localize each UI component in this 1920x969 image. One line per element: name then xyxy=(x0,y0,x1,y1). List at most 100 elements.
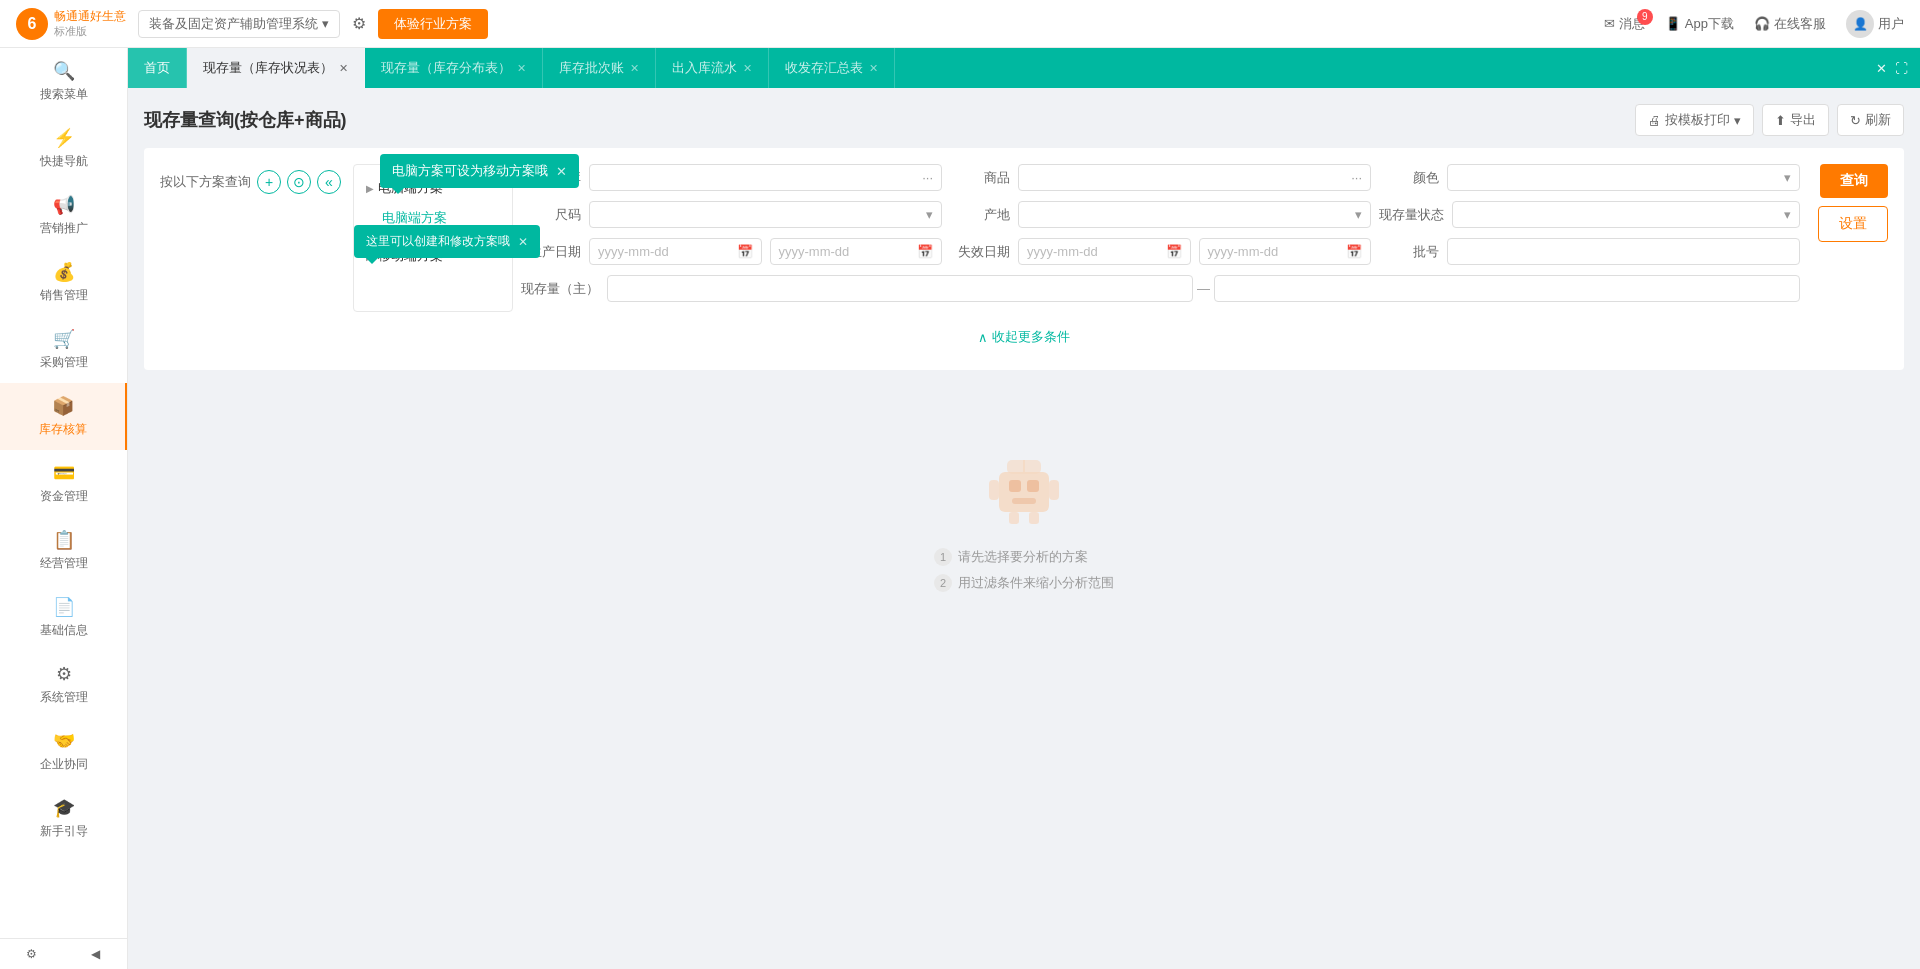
industry-button[interactable]: 体验行业方案 xyxy=(378,9,488,39)
header-actions: 🖨 按模板打印 ▾ ⬆ 导出 ↻ 刷新 xyxy=(1635,104,1904,136)
settings-icon[interactable]: ⚙ xyxy=(352,14,366,33)
tip-1: 1 请先选择要分析的方案 xyxy=(934,548,1114,566)
tab-home[interactable]: 首页 xyxy=(128,48,187,88)
tab-stock-dist[interactable]: 现存量（库存分布表） ✕ xyxy=(365,48,543,88)
tab-stock-status[interactable]: 现存量（库存状况表） ✕ xyxy=(187,48,365,88)
search-button[interactable]: 查询 xyxy=(1820,164,1888,198)
mobile-icon: 📱 xyxy=(1665,16,1681,31)
chevron-down-icon: ▶ xyxy=(366,183,374,194)
headset-icon: 🎧 xyxy=(1754,16,1770,31)
sidebar-item-operation[interactable]: 📋 经营管理 xyxy=(0,517,127,584)
sidebar-item-marketing[interactable]: 📢 营销推广 xyxy=(0,182,127,249)
form-fields-area: 仓库 ··· 商品 xyxy=(521,164,1800,312)
app-download-item[interactable]: 📱 App下载 xyxy=(1665,15,1734,33)
stock-status-select[interactable]: ▾ xyxy=(1452,201,1800,228)
sidebar-collapse-btn[interactable]: ◀ xyxy=(64,939,128,969)
tip-2: 2 用过滤条件来缩小分析范围 xyxy=(934,574,1114,592)
add-scheme-button[interactable]: + xyxy=(257,170,281,194)
sidebar: 🔍 搜索菜单 ⚡ 快捷导航 📢 营销推广 💰 销售管理 🛒 采购管理 📦 xyxy=(0,48,128,969)
handshake-icon: 🤝 xyxy=(53,730,75,752)
document-icon: 📄 xyxy=(53,596,75,618)
field-batch: 批号 xyxy=(1379,238,1800,265)
content-body: 现存量查询(按仓库+商品) 🖨 按模板打印 ▾ ⬆ 导出 ↻ xyxy=(128,88,1920,969)
tooltip-create-close-icon[interactable]: ✕ xyxy=(518,235,528,249)
size-select[interactable]: ▾ xyxy=(589,201,942,228)
refresh-button[interactable]: ↻ 刷新 xyxy=(1837,104,1904,136)
content-area: 首页 现存量（库存状况表） ✕ 现存量（库存分布表） ✕ 库存批次账 ✕ 出入库… xyxy=(128,48,1920,969)
sidebar-item-enterprise[interactable]: 🤝 企业协同 xyxy=(0,718,127,785)
expire-date-start[interactable]: yyyy-mm-dd 📅 xyxy=(1018,238,1191,265)
refresh-scheme-button[interactable]: « xyxy=(317,170,341,194)
chevron-down-icon: ▾ xyxy=(322,16,329,31)
export-icon: ⬆ xyxy=(1775,113,1786,128)
tooltip-close-icon[interactable]: ✕ xyxy=(556,164,567,179)
svg-rect-7 xyxy=(1029,512,1039,524)
field-size: 尺码 ▾ xyxy=(521,201,942,228)
logo-icon: 6 xyxy=(16,8,48,40)
calendar-icon: 📅 xyxy=(737,244,753,259)
card-icon: 💳 xyxy=(53,462,75,484)
tab-close-icon[interactable]: ✕ xyxy=(630,62,639,75)
svg-rect-4 xyxy=(989,480,999,500)
field-goods: 商品 ··· xyxy=(950,164,1371,191)
field-color: 颜色 ▾ xyxy=(1379,164,1800,191)
svg-rect-5 xyxy=(1049,480,1059,500)
calendar-icon: 📅 xyxy=(1166,244,1182,259)
filter-btn-col: 查询 设置 xyxy=(1808,164,1888,312)
sidebar-item-quick-nav[interactable]: ⚡ 快捷导航 xyxy=(0,115,127,182)
system-selector[interactable]: 装备及固定资产辅助管理系统 ▾ xyxy=(138,10,340,38)
stock-qty-max[interactable] xyxy=(1214,275,1800,302)
notification-item[interactable]: ✉ 消息 9 xyxy=(1604,15,1645,33)
ellipsis-icon: ··· xyxy=(922,170,933,185)
empty-state: 1 请先选择要分析的方案 2 用过滤条件来缩小分析范围 xyxy=(144,382,1904,652)
tab-recv-summary[interactable]: 收发存汇总表 ✕ xyxy=(769,48,895,88)
batch-input[interactable] xyxy=(1447,238,1800,265)
tooltip-create: 这里可以创建和修改方案哦 ✕ xyxy=(354,225,540,258)
tab-close-icon[interactable]: ✕ xyxy=(517,62,526,75)
online-service-item[interactable]: 🎧 在线客服 xyxy=(1754,15,1826,33)
prod-date-start[interactable]: yyyy-mm-dd 📅 xyxy=(589,238,762,265)
sidebar-item-sales[interactable]: 💰 销售管理 xyxy=(0,249,127,316)
color-select[interactable]: ▾ xyxy=(1447,164,1800,191)
prod-date-end[interactable]: yyyy-mm-dd 📅 xyxy=(770,238,943,265)
tab-close-icon[interactable]: ✕ xyxy=(869,62,878,75)
sidebar-settings-btn[interactable]: ⚙ xyxy=(0,939,64,969)
collapse-icon: ◀ xyxy=(91,947,100,961)
collapse-btn[interactable]: ∧ 收起更多条件 xyxy=(160,320,1888,354)
sidebar-item-stock[interactable]: 📦 库存核算 xyxy=(0,383,127,450)
user-item[interactable]: 👤 用户 xyxy=(1846,10,1904,38)
tab-close-icon[interactable]: ✕ xyxy=(743,62,752,75)
top-bar-right: ✉ 消息 9 📱 App下载 🎧 在线客服 👤 用户 xyxy=(1604,10,1904,38)
main-area: 🔍 搜索菜单 ⚡ 快捷导航 📢 营销推广 💰 销售管理 🛒 采购管理 📦 xyxy=(0,48,1920,969)
clipboard-icon: 📋 xyxy=(53,529,75,551)
empty-illustration xyxy=(979,442,1069,532)
goods-select[interactable]: ··· xyxy=(1018,164,1371,191)
origin-select[interactable]: ▾ xyxy=(1018,201,1371,228)
sidebar-item-system[interactable]: ⚙ 系统管理 xyxy=(0,651,127,718)
logo-text: 畅通通好生意 标准版 xyxy=(54,9,126,39)
svg-rect-3 xyxy=(1012,498,1036,504)
tab-batch-account[interactable]: 库存批次账 ✕ xyxy=(543,48,656,88)
stock-qty-min[interactable] xyxy=(607,275,1193,302)
tab-close-all-icon[interactable]: ✕ xyxy=(1876,61,1887,76)
sidebar-item-newbie[interactable]: 🎓 新手引导 xyxy=(0,785,127,852)
tab-in-out-flow[interactable]: 出入库流水 ✕ xyxy=(656,48,769,88)
export-button[interactable]: ⬆ 导出 xyxy=(1762,104,1829,136)
template-print-button[interactable]: 🖨 按模板打印 ▾ xyxy=(1635,104,1754,136)
sidebar-item-basic-info[interactable]: 📄 基础信息 xyxy=(0,584,127,651)
tab-close-icon[interactable]: ✕ xyxy=(339,62,348,75)
graduation-icon: 🎓 xyxy=(53,797,75,819)
sidebar-item-purchase[interactable]: 🛒 采购管理 xyxy=(0,316,127,383)
expire-date-end[interactable]: yyyy-mm-dd 📅 xyxy=(1199,238,1372,265)
reset-button[interactable]: 设置 xyxy=(1818,206,1888,242)
svg-rect-2 xyxy=(1027,480,1039,492)
warehouse-select[interactable]: ··· xyxy=(589,164,942,191)
sidebar-item-finance[interactable]: 💳 资金管理 xyxy=(0,450,127,517)
notification-icon: ✉ xyxy=(1604,16,1615,31)
tab-expand-icon[interactable]: ⛶ xyxy=(1895,61,1908,76)
form-row-1: 仓库 ··· 商品 xyxy=(521,164,1800,191)
tab-bar: 首页 现存量（库存状况表） ✕ 现存量（库存分布表） ✕ 库存批次账 ✕ 出入库… xyxy=(128,48,1920,88)
filter-label-row: 按以下方案查询 + ⊙ « 电脑方案可设为移动方案哦 ✕ xyxy=(160,164,341,194)
sidebar-item-search-menu[interactable]: 🔍 搜索菜单 xyxy=(0,48,127,115)
edit-scheme-button[interactable]: ⊙ xyxy=(287,170,311,194)
